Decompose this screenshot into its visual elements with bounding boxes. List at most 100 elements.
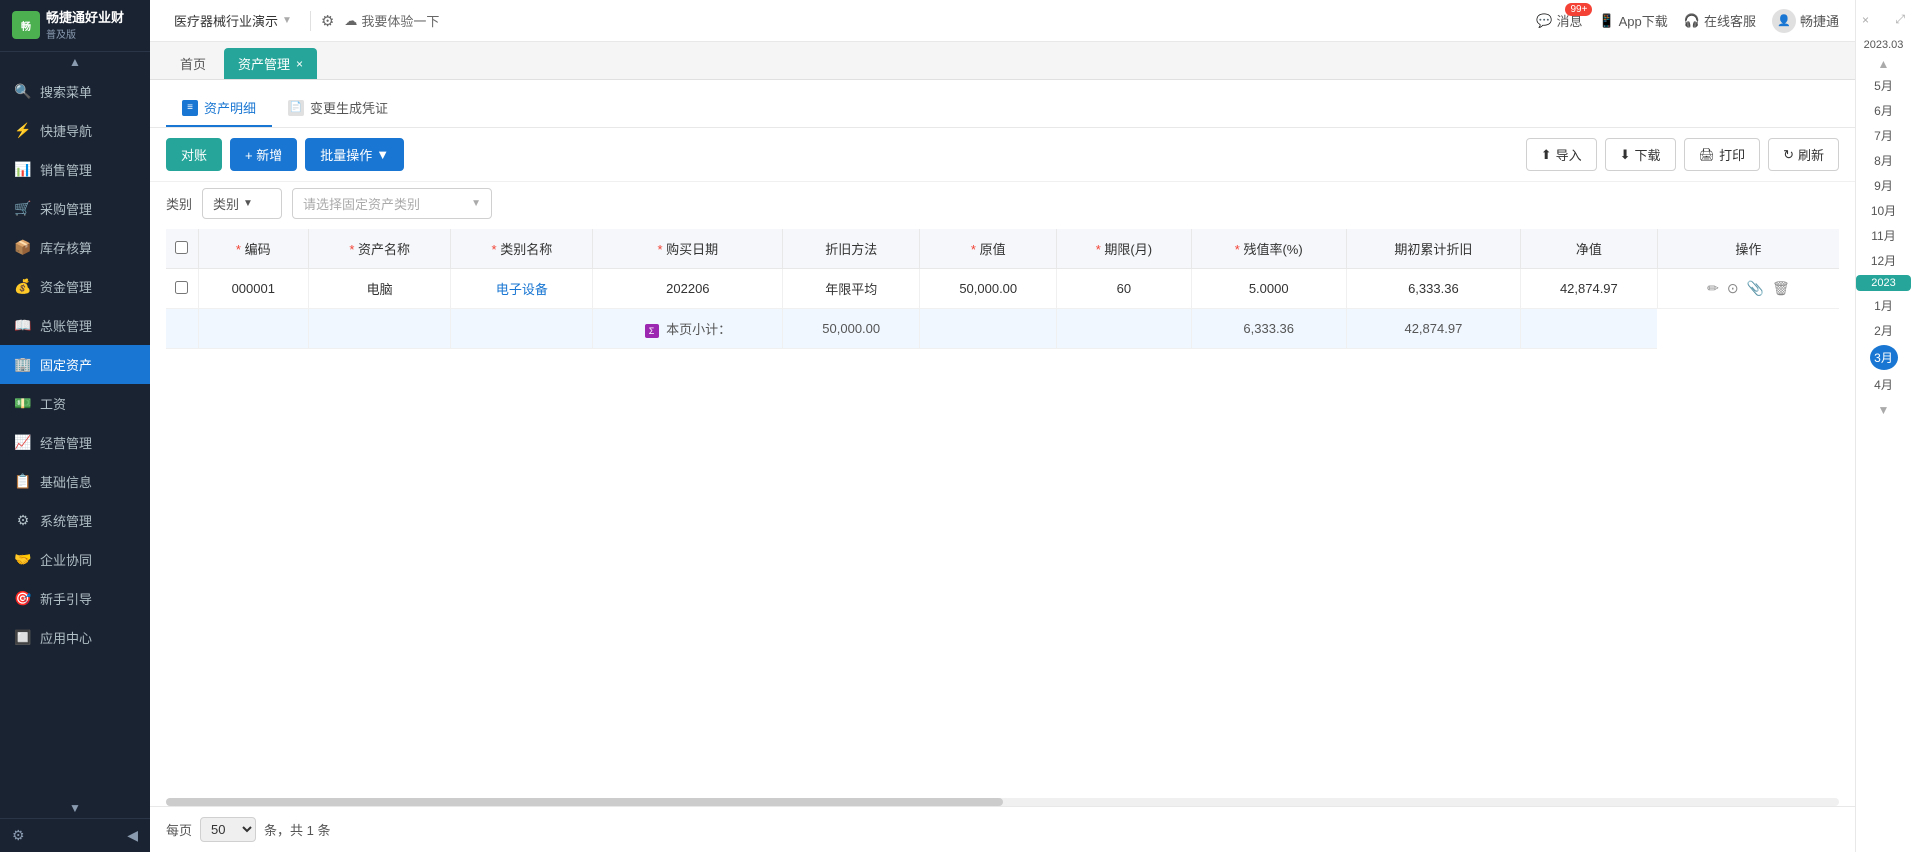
sidebar-item-label: 应用中心: [40, 628, 92, 647]
col-residual-rate: 残值率(%): [1191, 229, 1346, 269]
purchase-icon: 🛒: [14, 199, 32, 217]
tab-bar: 首页 资产管理 ×: [150, 42, 1855, 80]
asset-category-placeholder: 请选择固定资产类别: [303, 194, 420, 213]
panel-expand-icon[interactable]: ⤢: [1895, 12, 1905, 27]
chevron-down-icon: ▼: [471, 198, 481, 209]
tab-close-icon[interactable]: ×: [296, 57, 303, 71]
experience-btn[interactable]: ☁ 我要体验一下: [344, 11, 439, 30]
gear-icon[interactable]: ⚙: [321, 12, 334, 30]
sidebar-item-basic-info[interactable]: 📋 基础信息: [0, 462, 150, 501]
panel-down-nav[interactable]: ▼: [1856, 401, 1911, 419]
download-button[interactable]: ⬇ 下载: [1605, 138, 1676, 171]
sidebar-item-label: 库存核算: [40, 238, 92, 257]
user-menu[interactable]: 👤 畅捷通: [1772, 9, 1839, 33]
inventory-icon: 📦: [14, 238, 32, 256]
print-button[interactable]: 🖨 打印: [1684, 138, 1761, 171]
month-3-current[interactable]: 3月: [1870, 345, 1898, 370]
month-7[interactable]: 7月: [1869, 123, 1898, 148]
filter-row: 类别 类别 ▼ 请选择固定资产类别 ▼: [150, 182, 1855, 229]
sidebar-scroll-up[interactable]: ▲: [0, 52, 150, 72]
sidebar-item-fixed-assets[interactable]: 🏢 固定资产: [0, 345, 150, 384]
delete-icon[interactable]: 🗑: [1772, 280, 1790, 297]
sidebar-item-purchase[interactable]: 🛒 采购管理: [0, 189, 150, 228]
month-6[interactable]: 6月: [1869, 98, 1898, 123]
year-2023-label[interactable]: 2023: [1856, 275, 1911, 291]
select-all-header[interactable]: [166, 229, 198, 269]
asset-table: 编码 资产名称 类别名称 购买日期 折旧方法 原值 期限(月) 残值率(%) 期…: [166, 229, 1839, 349]
sidebar-item-inventory[interactable]: 📦 库存核算: [0, 228, 150, 267]
sales-icon: 📊: [14, 160, 32, 178]
sidebar-item-enterprise[interactable]: 🤝 企业协同: [0, 540, 150, 579]
month-9[interactable]: 9月: [1869, 173, 1898, 198]
refresh-icon: ↻: [1783, 147, 1794, 163]
curr-year-months: 1月 2月 3月 4月: [1870, 293, 1898, 397]
month-10[interactable]: 10月: [1869, 198, 1898, 223]
refresh-label: 刷新: [1798, 145, 1824, 164]
company-name: 医疗器械行业演示: [174, 11, 278, 30]
attach-icon[interactable]: 📎: [1747, 280, 1764, 297]
category-label: 类别: [166, 194, 192, 213]
new-button[interactable]: + 新增: [230, 138, 297, 171]
row-checkbox[interactable]: [175, 281, 188, 294]
asset-category-select[interactable]: 请选择固定资产类别 ▼: [292, 188, 492, 219]
collapse-icon[interactable]: ◀: [127, 827, 138, 844]
sidebar-item-system[interactable]: ⚙ 系统管理: [0, 501, 150, 540]
month-12[interactable]: 12月: [1869, 248, 1898, 273]
sidebar-item-payroll[interactable]: 💵 工资: [0, 384, 150, 423]
h-scrollbar-track[interactable]: [166, 798, 1839, 806]
sidebar-item-quick-nav[interactable]: ⚡ 快捷导航: [0, 111, 150, 150]
sidebar-item-ledger[interactable]: 📖 总账管理: [0, 306, 150, 345]
sidebar-scroll-down[interactable]: ▼: [0, 798, 150, 818]
avatar: 👤: [1772, 9, 1796, 33]
sidebar-item-search[interactable]: 🔍 搜索菜单: [0, 72, 150, 111]
import-button[interactable]: ⬆ 导入: [1526, 138, 1597, 171]
app-title: 畅捷通好业财: [46, 10, 124, 26]
online-support-label: 在线客服: [1704, 11, 1756, 30]
sidebar: 畅 畅捷通好业财 普及版 ▲ 🔍 搜索菜单 ⚡ 快捷导航 📊 销售管理 🛒 采购…: [0, 0, 150, 852]
col-purchase-date: 购买日期: [593, 229, 783, 269]
online-support-btn[interactable]: 🎧 在线客服: [1684, 11, 1756, 30]
app-download-btn[interactable]: 📱 App下载: [1598, 11, 1667, 30]
edit-icon[interactable]: ✏: [1707, 280, 1719, 297]
refresh-button[interactable]: ↻ 刷新: [1768, 138, 1839, 171]
cloud-icon: ☁: [344, 13, 357, 29]
page-size-select[interactable]: 50 100 200: [200, 817, 256, 842]
row-checkbox-cell[interactable]: [166, 269, 198, 309]
month-8[interactable]: 8月: [1869, 148, 1898, 173]
tab-asset-management[interactable]: 资产管理 ×: [224, 48, 317, 79]
month-1[interactable]: 1月: [1870, 293, 1898, 318]
chevron-down-icon: ▼: [376, 147, 389, 162]
copy-icon[interactable]: ⊙: [1727, 280, 1739, 297]
sidebar-item-operations[interactable]: 📈 经营管理: [0, 423, 150, 462]
sidebar-item-label: 工资: [40, 394, 66, 413]
sidebar-item-sales[interactable]: 📊 销售管理: [0, 150, 150, 189]
category-type-select[interactable]: 类别 ▼: [202, 188, 282, 219]
panel-up-nav[interactable]: ▲: [1856, 55, 1911, 73]
toolbar-right: ⬆ 导入 ⬇ 下载 🖨 打印 ↻ 刷新: [1526, 138, 1839, 171]
month-2[interactable]: 2月: [1870, 318, 1898, 343]
select-all-checkbox[interactable]: [175, 241, 188, 254]
tab-asset-detail[interactable]: ≡ 资产明细: [166, 90, 272, 127]
company-selector[interactable]: 医疗器械行业演示 ▼: [166, 7, 300, 34]
col-actions: 操作: [1657, 229, 1839, 269]
batch-ops-label: 批量操作: [320, 145, 372, 164]
month-4[interactable]: 4月: [1870, 372, 1898, 397]
batch-ops-button[interactable]: 批量操作 ▼: [305, 138, 404, 171]
toolbar: 对账 + 新增 批量操作 ▼ ⬆ 导入 ⬇ 下载 🖨 打: [150, 128, 1855, 182]
messages-btn[interactable]: 💬 消息 99+: [1536, 11, 1582, 30]
quick-nav-icon: ⚡: [14, 121, 32, 139]
h-scrollbar-thumb[interactable]: [166, 798, 1003, 806]
tab-change-voucher[interactable]: 📄 变更生成凭证: [272, 90, 404, 127]
sidebar-item-guide[interactable]: 🎯 新手引导: [0, 579, 150, 618]
month-5[interactable]: 5月: [1869, 73, 1898, 98]
system-icon: ⚙: [14, 511, 32, 529]
tab-home[interactable]: 首页: [166, 48, 220, 79]
panel-collapse-icon[interactable]: ×: [1862, 13, 1869, 27]
reconcile-button[interactable]: 对账: [166, 138, 222, 171]
month-11[interactable]: 11月: [1869, 223, 1898, 248]
settings-icon[interactable]: ⚙: [12, 827, 25, 844]
sidebar-item-finance[interactable]: 💰 资金管理: [0, 267, 150, 306]
col-period: 期限(月): [1057, 229, 1191, 269]
sidebar-item-app-center[interactable]: 🔲 应用中心: [0, 618, 150, 657]
prev-year-months: 5月 6月 7月 8月 9月 10月 11月 12月: [1869, 73, 1898, 273]
